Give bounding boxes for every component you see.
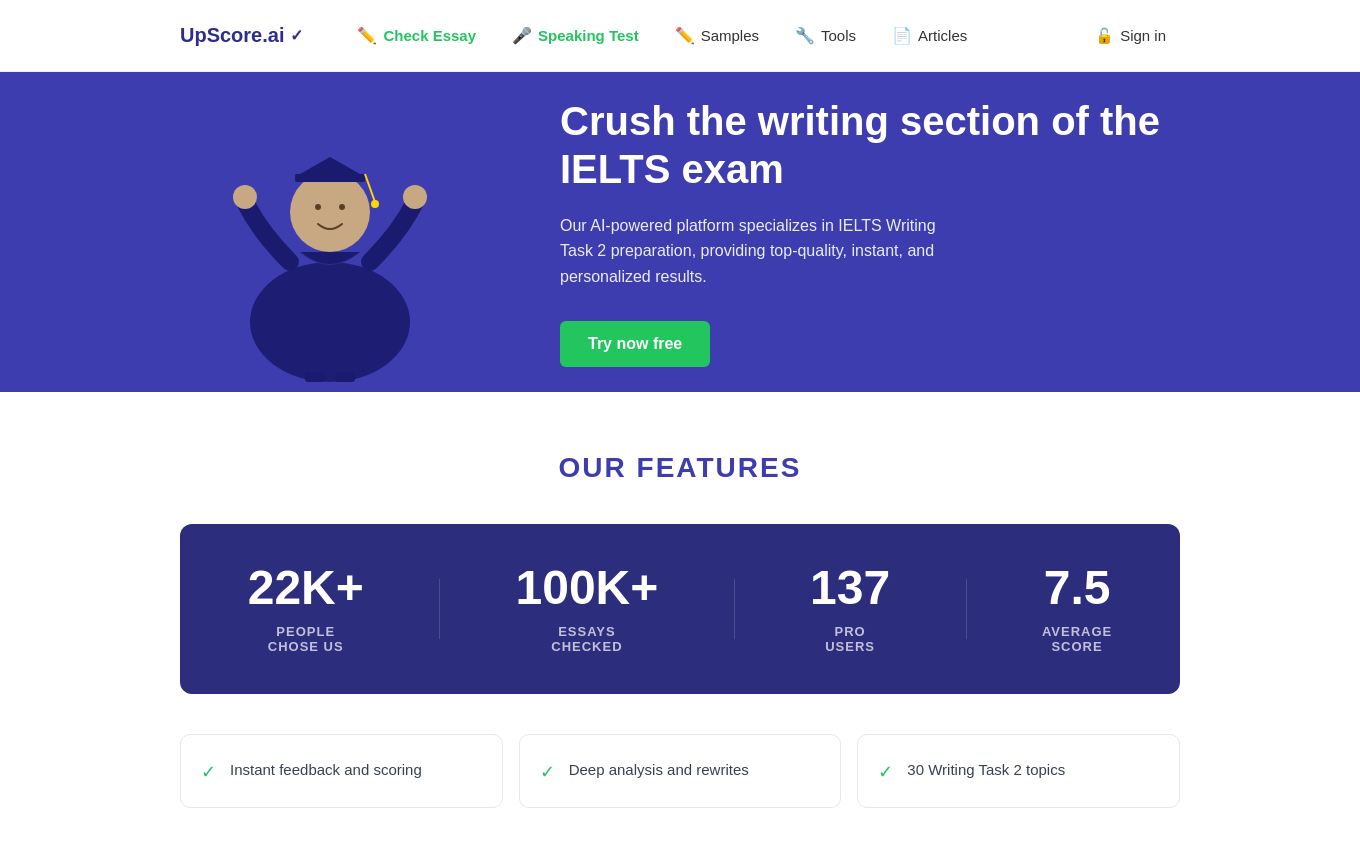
feature-card-text-1: Instant feedback and scoring <box>230 759 422 780</box>
samples-icon: ✏️ <box>675 26 695 45</box>
svg-point-7 <box>403 185 427 209</box>
check-essay-link[interactable]: ✏️ Check Essay <box>343 18 490 53</box>
svg-point-9 <box>339 204 345 210</box>
hero-description: Our AI-powered platform specializes in I… <box>560 213 940 290</box>
feature-card-text-2: Deep analysis and rewrites <box>569 759 749 780</box>
svg-rect-11 <box>335 372 355 382</box>
stat-people-label: PEOPLE CHOSE US <box>248 624 364 654</box>
features-section: OUR FEATURES 22K+ PEOPLE CHOSE US 100K+ … <box>0 392 1360 848</box>
speaking-test-label: Speaking Test <box>538 27 639 44</box>
checkmark-icon-2: ✓ <box>540 761 555 783</box>
stat-divider-2 <box>734 579 735 639</box>
articles-link[interactable]: 📄 Articles <box>878 18 981 53</box>
feature-card-text-3: 30 Writing Task 2 topics <box>907 759 1065 780</box>
stat-people: 22K+ PEOPLE CHOSE US <box>248 564 364 654</box>
stat-avg-score: 7.5 AVERAGE SCORE <box>1042 564 1112 654</box>
check-essay-icon: ✏️ <box>357 26 377 45</box>
tools-link[interactable]: 🔧 Tools <box>781 18 870 53</box>
stat-essays-number: 100K+ <box>516 564 659 612</box>
hero-section: Crush the writing section of the IELTS e… <box>0 72 1360 392</box>
stat-pro-users-number: 137 <box>810 564 890 612</box>
feature-card-topics: ✓ 30 Writing Task 2 topics <box>857 734 1180 808</box>
navigation: UpScore.ai ✓ ✏️ Check Essay 🎤 Speaking T… <box>0 0 1360 72</box>
stat-pro-users-label: PRO USERS <box>810 624 890 654</box>
stat-pro-users: 137 PRO USERS <box>810 564 890 654</box>
svg-point-6 <box>233 185 257 209</box>
hero-title: Crush the writing section of the IELTS e… <box>560 97 1180 193</box>
stat-essays-label: ESSAYS CHECKED <box>516 624 659 654</box>
stat-divider-1 <box>439 579 440 639</box>
nav-links: ✏️ Check Essay 🎤 Speaking Test ✏️ Sample… <box>343 18 1081 53</box>
checkmark-icon-3: ✓ <box>878 761 893 783</box>
try-now-free-button[interactable]: Try now free <box>560 321 710 367</box>
svg-marker-3 <box>300 157 360 174</box>
feature-card-deep-analysis: ✓ Deep analysis and rewrites <box>519 734 842 808</box>
samples-label: Samples <box>701 27 759 44</box>
tools-label: Tools <box>821 27 856 44</box>
svg-rect-2 <box>295 174 365 182</box>
sign-in-label: Sign in <box>1120 27 1166 44</box>
stat-divider-3 <box>966 579 967 639</box>
graduate-illustration <box>200 92 460 382</box>
sign-in-icon: 🔓 <box>1095 27 1114 45</box>
stat-avg-score-label: AVERAGE SCORE <box>1042 624 1112 654</box>
articles-icon: 📄 <box>892 26 912 45</box>
tools-icon: 🔧 <box>795 26 815 45</box>
svg-point-1 <box>290 172 370 252</box>
svg-point-0 <box>250 262 410 382</box>
feature-card-instant-feedback: ✓ Instant feedback and scoring <box>180 734 503 808</box>
svg-rect-10 <box>305 372 325 382</box>
stats-box: 22K+ PEOPLE CHOSE US 100K+ ESSAYS CHECKE… <box>180 524 1180 694</box>
sign-in-button[interactable]: 🔓 Sign in <box>1081 19 1180 53</box>
svg-point-5 <box>371 200 379 208</box>
stat-essays: 100K+ ESSAYS CHECKED <box>516 564 659 654</box>
articles-label: Articles <box>918 27 967 44</box>
stat-people-number: 22K+ <box>248 564 364 612</box>
check-essay-label: Check Essay <box>383 27 476 44</box>
speaking-test-link[interactable]: 🎤 Speaking Test <box>498 18 653 53</box>
svg-point-8 <box>315 204 321 210</box>
feature-cards: ✓ Instant feedback and scoring ✓ Deep an… <box>180 734 1180 808</box>
stat-avg-score-number: 7.5 <box>1042 564 1112 612</box>
checkmark-icon-1: ✓ <box>201 761 216 783</box>
features-title: OUR FEATURES <box>180 452 1180 484</box>
hero-content: Crush the writing section of the IELTS e… <box>500 97 1180 368</box>
logo-text: UpScore.ai <box>180 24 284 47</box>
speaking-icon: 🎤 <box>512 26 532 45</box>
logo[interactable]: UpScore.ai ✓ <box>180 24 303 47</box>
samples-link[interactable]: ✏️ Samples <box>661 18 773 53</box>
hero-image-area <box>180 82 500 382</box>
logo-check-icon: ✓ <box>290 26 303 45</box>
